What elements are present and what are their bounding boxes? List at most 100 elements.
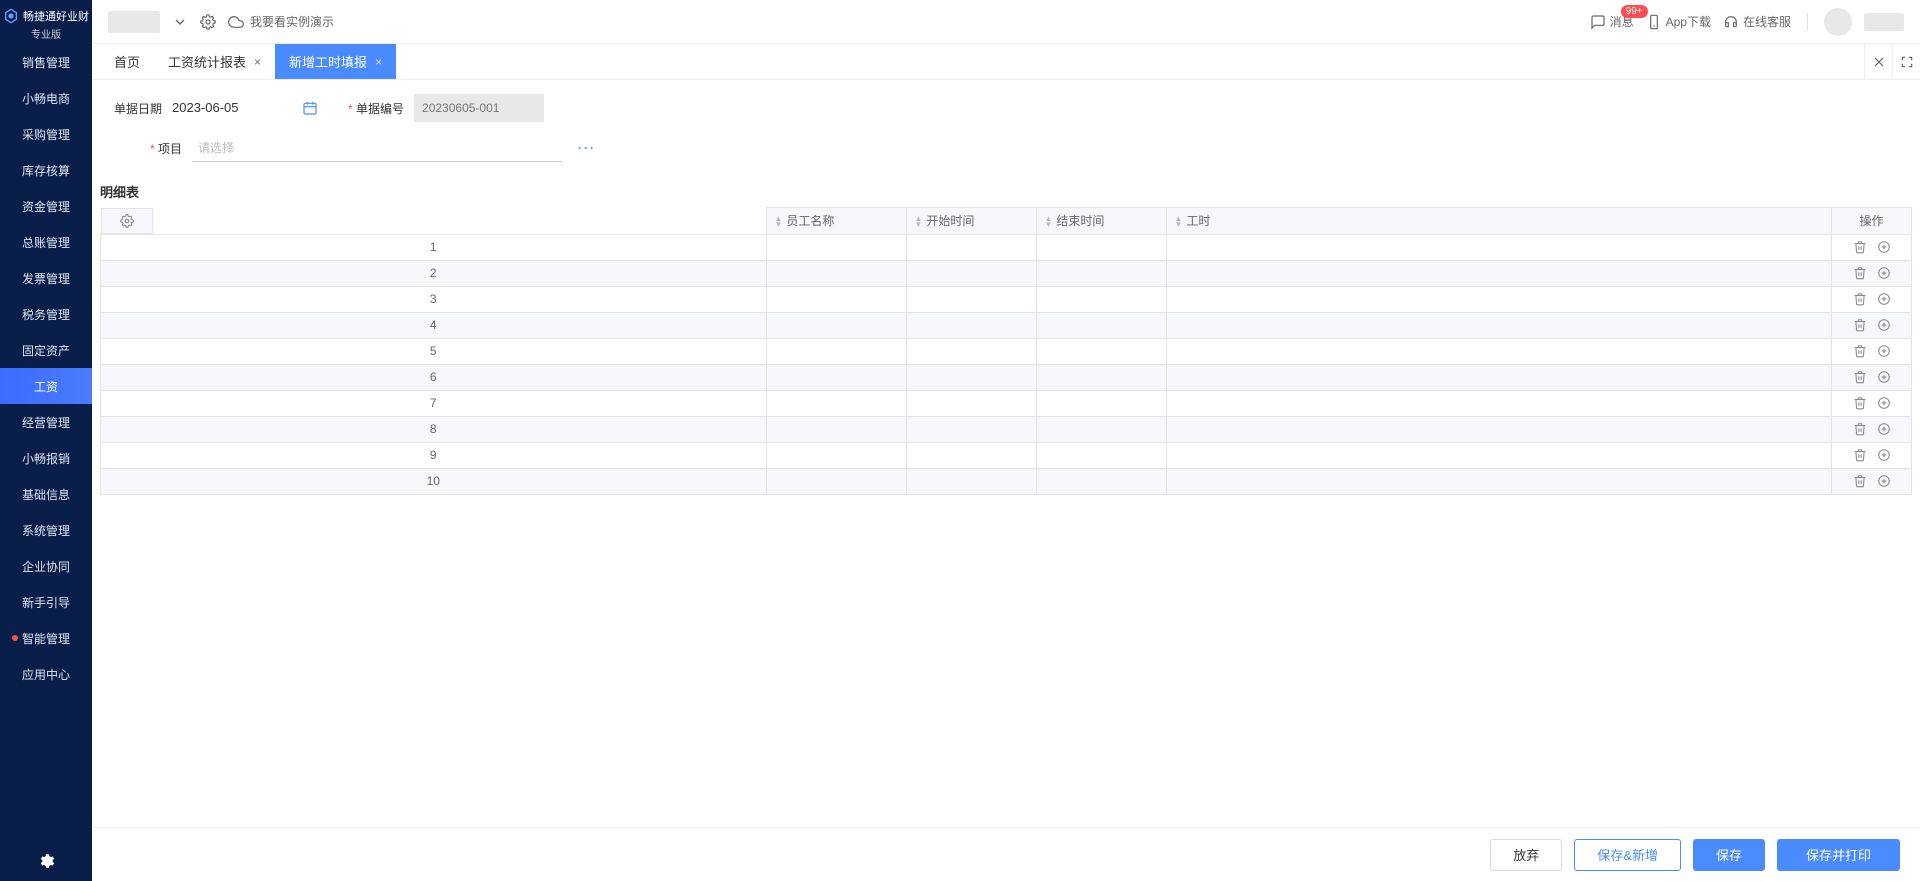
sidebar-item[interactable]: 系统管理 [0,512,92,548]
cell-end[interactable] [1036,338,1166,364]
chevron-down-icon[interactable] [172,14,188,30]
cell-end[interactable] [1036,312,1166,338]
sidebar-item[interactable]: 小畅报销 [0,440,92,476]
cell-employee[interactable] [766,338,906,364]
project-more-icon[interactable]: ··· [578,141,596,155]
add-row-icon[interactable] [1877,474,1891,488]
cell-employee[interactable] [766,468,906,494]
cell-end[interactable] [1036,468,1166,494]
settings-icon[interactable] [200,14,216,30]
cell-hours[interactable] [1166,312,1832,338]
sidebar-item[interactable]: 固定资产 [0,332,92,368]
cell-hours[interactable] [1166,416,1832,442]
cell-start[interactable] [906,312,1036,338]
col-start[interactable]: ▲▼开始时间 [906,208,1036,235]
project-input[interactable] [192,134,562,162]
tab-close-icon[interactable]: × [254,55,261,69]
online-service-button[interactable]: 在线客服 [1723,13,1791,30]
cell-end[interactable] [1036,260,1166,286]
cell-hours[interactable] [1166,338,1832,364]
col-employee[interactable]: ▲▼员工名称 [766,208,906,235]
delete-icon[interactable] [1853,396,1867,410]
cell-end[interactable] [1036,286,1166,312]
cell-employee[interactable] [766,260,906,286]
sidebar-item[interactable]: 发票管理 [0,260,92,296]
sidebar-item[interactable]: 新手引导 [0,584,92,620]
cell-start[interactable] [906,286,1036,312]
cell-end[interactable] [1036,442,1166,468]
col-end[interactable]: ▲▼结束时间 [1036,208,1166,235]
cell-start[interactable] [906,260,1036,286]
add-row-icon[interactable] [1877,292,1891,306]
sidebar-item[interactable]: 智能管理 [0,620,92,656]
cell-employee[interactable] [766,312,906,338]
cell-end[interactable] [1036,364,1166,390]
add-row-icon[interactable] [1877,396,1891,410]
delete-icon[interactable] [1853,318,1867,332]
avatar[interactable] [1824,8,1852,36]
cell-employee[interactable] [766,416,906,442]
delete-icon[interactable] [1853,422,1867,436]
cell-start[interactable] [906,442,1036,468]
demo-link[interactable]: 我要看实例演示 [228,13,334,30]
add-row-icon[interactable] [1877,344,1891,358]
cell-start[interactable] [906,364,1036,390]
cell-employee[interactable] [766,390,906,416]
add-row-icon[interactable] [1877,370,1891,384]
cell-start[interactable] [906,390,1036,416]
col-settings[interactable] [101,208,153,234]
sidebar-item[interactable]: 税务管理 [0,296,92,332]
delete-icon[interactable] [1853,474,1867,488]
sidebar-item[interactable]: 基础信息 [0,476,92,512]
cell-end[interactable] [1036,390,1166,416]
delete-icon[interactable] [1853,370,1867,384]
tabs-fullscreen[interactable] [1892,44,1920,79]
cell-hours[interactable] [1166,468,1832,494]
cell-hours[interactable] [1166,260,1832,286]
discard-button[interactable]: 放弃 [1490,839,1562,871]
user-name-placeholder[interactable] [1864,13,1904,31]
sidebar-item[interactable]: 经营管理 [0,404,92,440]
cell-end[interactable] [1036,234,1166,260]
delete-icon[interactable] [1853,292,1867,306]
app-download-button[interactable]: App下载 [1646,13,1711,30]
sidebar-item[interactable]: 销售管理 [0,44,92,80]
tab-close-icon[interactable]: × [375,55,382,69]
cell-hours[interactable] [1166,442,1832,468]
cell-start[interactable] [906,468,1036,494]
add-row-icon[interactable] [1877,422,1891,436]
save-add-button[interactable]: 保存&新增 [1574,839,1681,871]
sidebar-item[interactable]: 工资 [0,368,92,404]
org-selector-placeholder[interactable] [108,11,160,33]
sidebar-item[interactable]: 应用中心 [0,656,92,692]
sidebar-item[interactable]: 资金管理 [0,188,92,224]
cell-hours[interactable] [1166,364,1832,390]
add-row-icon[interactable] [1877,240,1891,254]
add-row-icon[interactable] [1877,448,1891,462]
date-input[interactable] [172,94,292,122]
cell-start[interactable] [906,234,1036,260]
cell-employee[interactable] [766,234,906,260]
cell-hours[interactable] [1166,286,1832,312]
tab[interactable]: 新增工时填报× [275,44,396,79]
add-row-icon[interactable] [1877,266,1891,280]
sidebar-item[interactable]: 小畅电商 [0,80,92,116]
cell-employee[interactable] [766,364,906,390]
delete-icon[interactable] [1853,266,1867,280]
tabs-close-all[interactable] [1864,44,1892,79]
save-print-button[interactable]: 保存并打印 [1777,839,1900,871]
cell-hours[interactable] [1166,390,1832,416]
add-row-icon[interactable] [1877,318,1891,332]
sidebar-item[interactable]: 总账管理 [0,224,92,260]
save-button[interactable]: 保存 [1693,839,1765,871]
cell-start[interactable] [906,416,1036,442]
sidebar-settings[interactable] [0,841,92,881]
messages-button[interactable]: 消息 99+ [1590,13,1634,30]
tab[interactable]: 工资统计报表× [154,44,275,79]
sidebar-item[interactable]: 企业协同 [0,548,92,584]
cell-employee[interactable] [766,442,906,468]
col-hours[interactable]: ▲▼工时 [1166,208,1832,235]
delete-icon[interactable] [1853,240,1867,254]
cell-start[interactable] [906,338,1036,364]
sidebar-item[interactable]: 库存核算 [0,152,92,188]
